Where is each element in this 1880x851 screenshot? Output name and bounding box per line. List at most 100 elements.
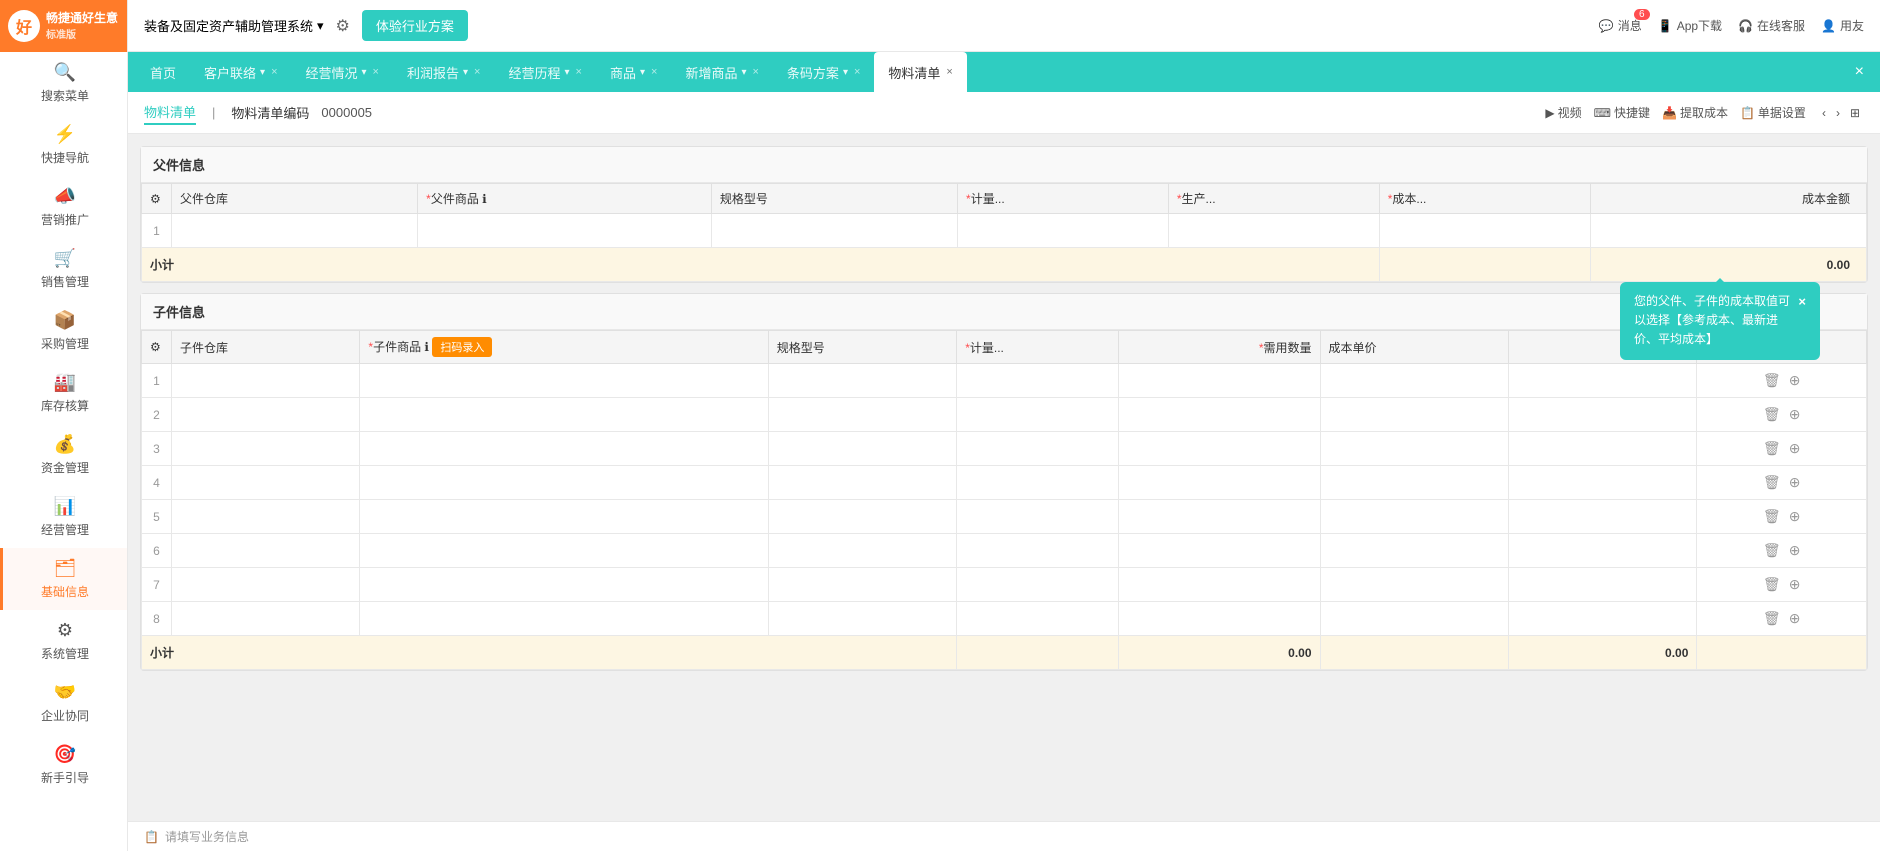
child-subtotal-row: 小计 0.00 0.00	[142, 636, 1867, 670]
parent-cost-cell[interactable]	[1379, 214, 1590, 248]
parent-subtotal-row: 小计 0.00	[142, 248, 1867, 282]
parent-col-settings[interactable]: ⚙	[142, 184, 172, 214]
sidebar-item-finance[interactable]: 💰 资金管理	[0, 424, 127, 486]
copy-row-button[interactable]: ⊕	[1787, 574, 1803, 595]
child-col-settings[interactable]: ⚙	[142, 331, 172, 364]
sidebar-item-operations[interactable]: 📊 经营管理	[0, 486, 127, 548]
sidebar-item-basics[interactable]: 🗂 基础信息	[0, 548, 127, 610]
sidebar-item-sales[interactable]: 🛒 销售管理	[0, 238, 127, 300]
scan-input-button[interactable]: 扫码录入	[432, 337, 492, 357]
app-download-action[interactable]: 📱 App下载	[1658, 17, 1722, 34]
tab-goods[interactable]: 商品 ▾ ×	[596, 52, 671, 92]
copy-row-button[interactable]: ⊕	[1787, 404, 1803, 425]
next-page-button[interactable]: ›	[1832, 104, 1844, 122]
tab-close-icon[interactable]: ×	[752, 66, 758, 78]
sidebar-item-label: 快捷导航	[41, 149, 89, 166]
sidebar-item-guide[interactable]: 🎯 新手引导	[0, 734, 127, 796]
copy-row-button[interactable]: ⊕	[1787, 370, 1803, 391]
user-action[interactable]: 👤 用友	[1821, 17, 1864, 34]
sidebar-item-purchase[interactable]: 📦 采购管理	[0, 300, 127, 362]
tab-new-goods[interactable]: 新增商品 ▾ ×	[671, 52, 772, 92]
row-number: 7	[142, 568, 172, 602]
parent-spec-cell[interactable]	[711, 214, 957, 248]
copy-row-button[interactable]: ⊕	[1787, 472, 1803, 493]
delete-row-button[interactable]: 🗑	[1761, 506, 1783, 527]
tab-history[interactable]: 经营历程 ▾ ×	[494, 52, 595, 92]
parent-col-production: *生产...	[1168, 184, 1379, 214]
child-spec-cell[interactable]	[768, 364, 956, 398]
delete-row-button[interactable]: 🗑	[1761, 608, 1783, 629]
topbar-actions: 💬 消息 6 📱 App下载 🎧 在线客服 👤 用友	[1599, 17, 1864, 34]
copy-row-button[interactable]: ⊕	[1787, 438, 1803, 459]
tab-close-icon[interactable]: ×	[946, 66, 952, 78]
sidebar-item-inventory[interactable]: 🏭 库存核算	[0, 362, 127, 424]
copy-row-button[interactable]: ⊕	[1787, 506, 1803, 527]
sidebar-item-system[interactable]: ⚙ 系统管理	[0, 610, 127, 672]
tab-close-icon[interactable]: ×	[854, 66, 860, 78]
tab-barcode[interactable]: 条码方案 ▾ ×	[773, 52, 874, 92]
parent-col-cost-amount: 成本金额	[1590, 184, 1866, 214]
tab-close-icon[interactable]: ×	[373, 66, 379, 78]
nav-close-button[interactable]: ×	[1847, 63, 1872, 81]
tab-bom[interactable]: 物料清单 ×	[874, 52, 966, 92]
delete-row-button[interactable]: 🗑	[1761, 438, 1783, 459]
sub-tab-bom-code-label[interactable]: 物料清单编码	[231, 101, 309, 124]
single-settings-action[interactable]: 📋 单据设置	[1740, 104, 1806, 121]
system-title-selector[interactable]: 装备及固定资产辅助管理系统 ▾	[144, 16, 324, 35]
sub-tab-bom-list[interactable]: 物料清单	[144, 100, 196, 125]
tab-profit[interactable]: 利润报告 ▾ ×	[393, 52, 494, 92]
system-icon: ⚙	[57, 620, 73, 641]
sidebar-item-label: 经营管理	[41, 521, 89, 538]
delete-row-button[interactable]: 🗑	[1761, 404, 1783, 425]
view-label: 视频	[1558, 104, 1582, 121]
settings-icon[interactable]: ⚙	[336, 16, 350, 36]
online-service-label: 在线客服	[1757, 17, 1805, 34]
parent-production-cell[interactable]	[1168, 214, 1379, 248]
sidebar-item-quicknav[interactable]: ⚡ 快捷导航	[0, 114, 127, 176]
tab-customer[interactable]: 客户联络 ▾ ×	[190, 52, 291, 92]
delete-row-button[interactable]: 🗑	[1761, 540, 1783, 561]
parent-unit-cell[interactable]	[958, 214, 1169, 248]
try-industry-button[interactable]: 体验行业方案	[362, 10, 468, 41]
tab-home[interactable]: 首页	[136, 52, 190, 92]
tab-business[interactable]: 经营情况 ▾ ×	[292, 52, 393, 92]
shortcut-action[interactable]: ⌨ 快捷键	[1594, 104, 1650, 121]
grid-view-button[interactable]: ⊞	[1846, 104, 1864, 122]
prev-page-button[interactable]: ‹	[1818, 104, 1830, 122]
tab-close-icon[interactable]: ×	[651, 66, 657, 78]
child-col-warehouse: 子件仓库	[172, 331, 360, 364]
delete-row-button[interactable]: 🗑	[1761, 472, 1783, 493]
parent-section-title: 父件信息	[141, 147, 1867, 183]
sidebar-item-search[interactable]: 🔍 搜索菜单	[0, 52, 127, 114]
child-col-spec: 规格型号	[768, 331, 956, 364]
sidebar-item-marketing[interactable]: 📣 营销推广	[0, 176, 127, 238]
sidebar-item-label: 新手引导	[41, 769, 89, 786]
view-action[interactable]: ▶ 视频	[1545, 104, 1581, 121]
tab-home-label: 首页	[150, 63, 176, 82]
delete-row-button[interactable]: 🗑	[1761, 370, 1783, 391]
tab-close-icon[interactable]: ×	[474, 66, 480, 78]
child-unit-cost-cell[interactable]	[1320, 364, 1508, 398]
child-warehouse-cell[interactable]	[172, 364, 360, 398]
parent-col-warehouse: 父件仓库	[172, 184, 418, 214]
logo-icon: 好	[8, 10, 40, 42]
child-product-cell[interactable]	[360, 364, 768, 398]
messages-badge: 6	[1634, 9, 1650, 20]
parent-product-cell[interactable]	[418, 214, 712, 248]
tab-close-icon[interactable]: ×	[271, 66, 277, 78]
user-icon: 👤	[1821, 19, 1836, 33]
online-service-action[interactable]: 🎧 在线客服	[1738, 17, 1805, 34]
parent-warehouse-cell[interactable]	[172, 214, 418, 248]
delete-row-button[interactable]: 🗑	[1761, 574, 1783, 595]
sidebar: 好 畅捷通好生意 标准版 🔍 搜索菜单 ⚡ 快捷导航 📣 营销推广 🛒 销售管理…	[0, 0, 128, 851]
messages-action[interactable]: 💬 消息 6	[1599, 17, 1642, 34]
table-row: 3 🗑⊕	[142, 432, 1867, 466]
copy-row-button[interactable]: ⊕	[1787, 540, 1803, 561]
tab-close-icon[interactable]: ×	[576, 66, 582, 78]
sidebar-item-enterprise[interactable]: 🤝 企业协同	[0, 672, 127, 734]
child-unit-cell[interactable]	[957, 364, 1118, 398]
extract-cost-action[interactable]: 📥 提取成本	[1662, 104, 1728, 121]
copy-row-button[interactable]: ⊕	[1787, 608, 1803, 629]
child-qty-cell[interactable]	[1118, 364, 1320, 398]
tooltip-close-button[interactable]: ×	[1798, 292, 1806, 313]
